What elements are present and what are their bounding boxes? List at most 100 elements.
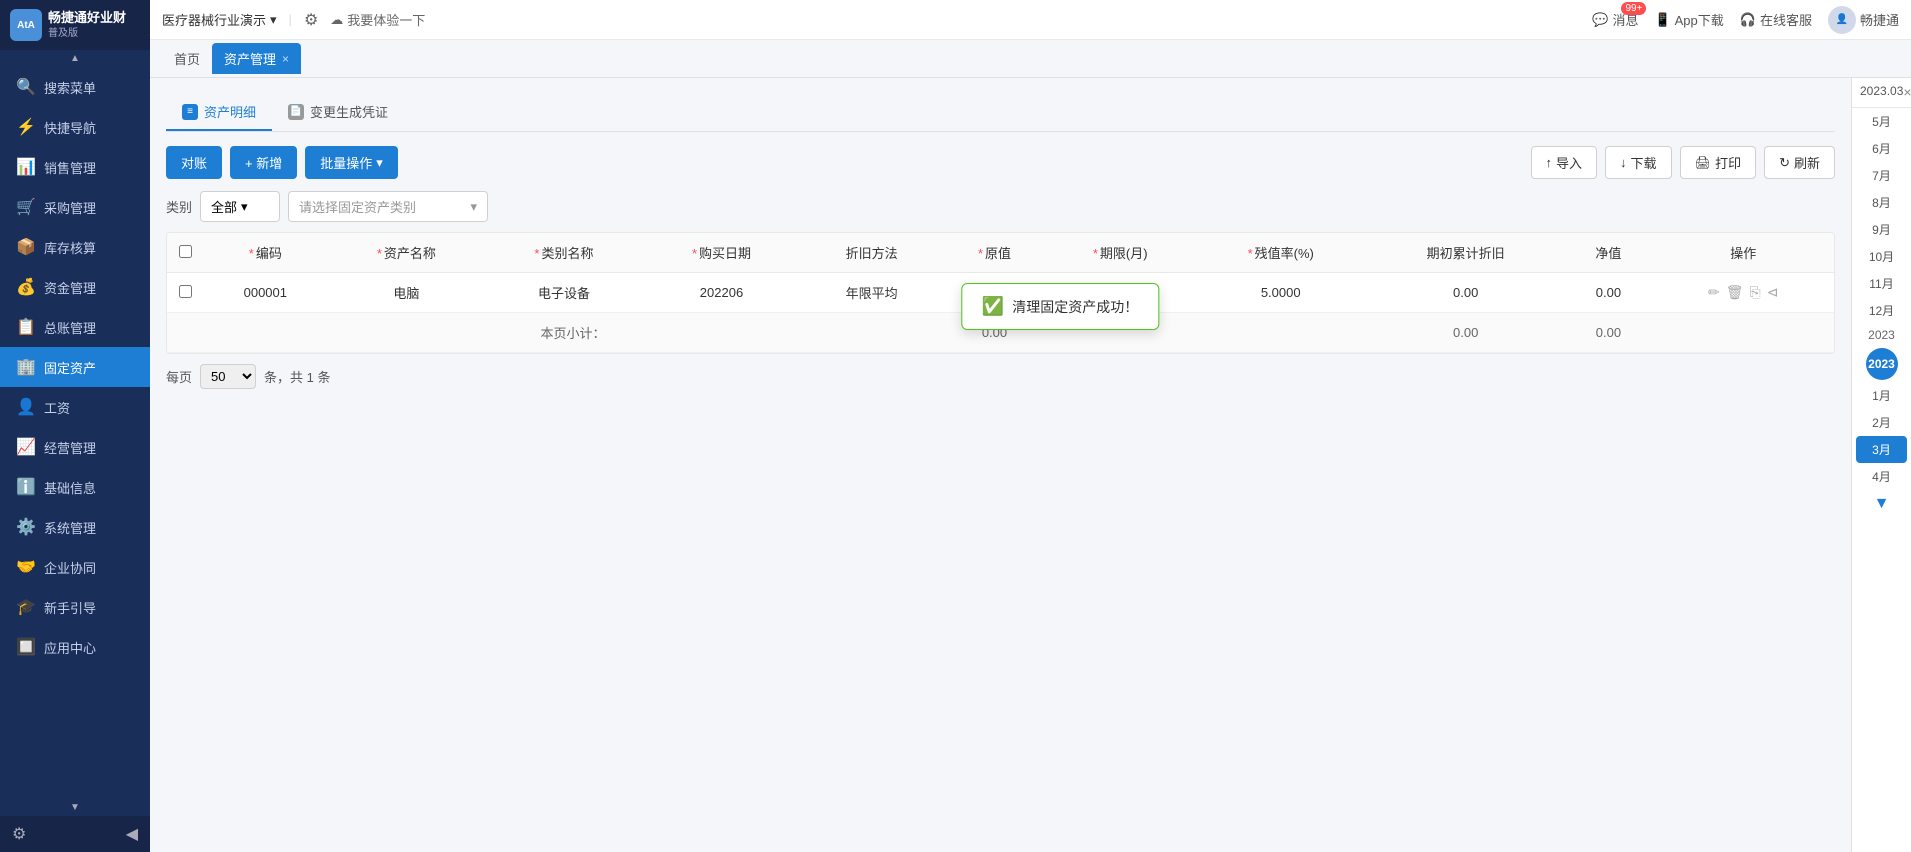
settings-gear-icon[interactable]: ⚙ — [304, 10, 318, 30]
month-2023-label[interactable]: 2023 — [1866, 348, 1898, 380]
new-button[interactable]: + 新增 — [230, 146, 297, 179]
batch-ops-button[interactable]: 批量操作 ▾ — [305, 146, 398, 179]
sidebar-item-sys[interactable]: ⚙️ 系统管理 — [0, 507, 150, 547]
month-12[interactable]: 12月 — [1856, 297, 1907, 324]
toolbar-right: ↑ 导入 ↓ 下载 🖨 打印 ↻ 刷新 — [1531, 146, 1835, 179]
sidebar-item-fixed-assets[interactable]: 🏢 固定资产 — [0, 347, 150, 387]
sidebar-item-label: 经营管理 — [44, 438, 96, 457]
basic-info-icon: ℹ️ — [16, 477, 36, 497]
inventory-icon: 📦 — [16, 237, 36, 257]
copy-icon[interactable]: ⎘ — [1750, 284, 1761, 301]
tab-asset-management[interactable]: 资产管理 × — [212, 43, 301, 74]
app-download-button[interactable]: 📱 App下载 — [1654, 10, 1723, 29]
right-panel-close-icon[interactable]: × — [1903, 84, 1911, 101]
app-download-icon: 📱 — [1654, 12, 1670, 28]
asset-list-icon: ≡ — [182, 104, 198, 120]
sidebar-item-purchase[interactable]: 🛒 采购管理 — [0, 187, 150, 227]
sidebar-scroll-up[interactable]: ▲ — [0, 50, 150, 67]
batch-ops-label: 批量操作 — [320, 153, 372, 172]
subtotal-initial-accumulated: 0.00 — [1367, 313, 1564, 353]
sidebar-item-payroll[interactable]: 👤 工资 — [0, 387, 150, 427]
assets-table-container: *编码 *资产名称 *类别名称 *购买日期 折旧方法 *原值 *期限(月) *残… — [166, 232, 1835, 354]
sidebar-item-collab[interactable]: 🤝 企业协同 — [0, 547, 150, 587]
ops-icon: 📈 — [16, 437, 36, 457]
row-checkbox[interactable] — [179, 285, 192, 298]
sidebar-item-funds[interactable]: 💰 资金管理 — [0, 267, 150, 307]
search-icon: 🔍 — [16, 77, 36, 97]
tab-close-icon[interactable]: × — [282, 52, 289, 66]
month-8[interactable]: 8月 — [1856, 189, 1907, 216]
col-code: *编码 — [203, 233, 328, 273]
delete-icon[interactable]: 🗑 — [1726, 284, 1744, 301]
sidebar-item-ops[interactable]: 📈 经营管理 — [0, 427, 150, 467]
success-toast: ✅ 清理固定资产成功！ — [961, 283, 1159, 330]
sidebar-item-ledger[interactable]: 📋 总账管理 — [0, 307, 150, 347]
experience-button[interactable]: ☁ 我要体验一下 — [330, 10, 425, 29]
download-button[interactable]: ↓ 下载 — [1605, 146, 1672, 179]
select-all-checkbox[interactable] — [179, 245, 192, 258]
sidebar-item-apps[interactable]: 🔲 应用中心 — [0, 627, 150, 667]
right-panel-header: 2023.03 × ⤢ — [1852, 78, 1911, 108]
pagination: 每页 10 20 50 100 条，共 1 条 — [166, 354, 1835, 389]
company-selector[interactable]: 医疗器械行业演示 ▾ — [162, 10, 277, 29]
per-page-select[interactable]: 10 20 50 100 — [200, 364, 256, 389]
settings-icon[interactable]: ⚙ — [12, 824, 26, 844]
col-name: *资产名称 — [328, 233, 486, 273]
sidebar-item-sales[interactable]: 📊 销售管理 — [0, 147, 150, 187]
sidebar-item-label: 基础信息 — [44, 478, 96, 497]
filter-category-select[interactable]: 全部 ▾ — [200, 191, 280, 222]
online-support-label: 在线客服 — [1760, 10, 1812, 29]
sidebar-item-label: 应用中心 — [44, 638, 96, 657]
messages-button[interactable]: 💬 消息 99+ — [1592, 10, 1638, 29]
online-support-button[interactable]: 🎧 在线客服 — [1740, 10, 1812, 29]
month-4[interactable]: 4月 — [1856, 463, 1907, 490]
avatar: 👤 — [1828, 6, 1856, 34]
month-down-icon[interactable]: ▼ — [1856, 490, 1907, 518]
collapse-icon[interactable]: ◀ — [126, 824, 138, 844]
logo-subtitle: 普及版 — [48, 27, 126, 40]
download-icon: ↓ — [1620, 155, 1627, 170]
toast-message: 清理固定资产成功！ — [1012, 297, 1138, 317]
new-label: + 新增 — [245, 153, 282, 172]
month-2[interactable]: 2月 — [1856, 409, 1907, 436]
sidebar-scroll-down[interactable]: ▼ — [0, 799, 150, 816]
tab-home[interactable]: 首页 — [166, 43, 208, 74]
sidebar-item-search[interactable]: 🔍 搜索菜单 — [0, 67, 150, 107]
sidebar-item-inventory[interactable]: 📦 库存核算 — [0, 227, 150, 267]
print-button[interactable]: 🖨 打印 — [1680, 146, 1757, 179]
purchase-icon: 🛒 — [16, 197, 36, 217]
import-button[interactable]: ↑ 导入 — [1531, 146, 1598, 179]
right-panel-months: 5月 6月 7月 8月 9月 10月 11月 12月 2023 2023 1月 … — [1852, 108, 1911, 852]
sidebar-item-basic-info[interactable]: ℹ️ 基础信息 — [0, 467, 150, 507]
month-6[interactable]: 6月 — [1856, 135, 1907, 162]
month-10[interactable]: 10月 — [1856, 243, 1907, 270]
sub-tab-change-voucher[interactable]: 📄 变更生成凭证 — [272, 94, 404, 131]
more-icon[interactable]: ⊲ — [1767, 284, 1779, 301]
sidebar-bottom: ⚙ ◀ — [0, 816, 150, 852]
reconcile-button[interactable]: 对账 — [166, 146, 222, 179]
month-7[interactable]: 7月 — [1856, 162, 1907, 189]
right-panel: 2023.03 × ⤢ 5月 6月 7月 8月 9月 10月 11月 12月 2… — [1851, 78, 1911, 852]
cell-name: 电脑 — [328, 273, 486, 313]
sidebar-item-quick-nav[interactable]: ⚡ 快捷导航 — [0, 107, 150, 147]
month-1[interactable]: 1月 — [1856, 382, 1907, 409]
user-profile[interactable]: 👤 畅捷通 — [1828, 6, 1899, 34]
collab-icon: 🤝 — [16, 557, 36, 577]
sub-tab-asset-list[interactable]: ≡ 资产明细 — [166, 94, 272, 131]
month-5[interactable]: 5月 — [1856, 108, 1907, 135]
cell-category: 电子设备 — [485, 273, 643, 313]
edit-icon[interactable]: ✏ — [1708, 284, 1720, 301]
filter-asset-type-input[interactable]: 请选择固定资产类别 ▾ — [288, 191, 488, 222]
filter-asset-type-placeholder: 请选择固定资产类别 — [299, 197, 416, 216]
toolbar: 对账 + 新增 批量操作 ▾ ↑ 导入 ↓ — [166, 146, 1835, 179]
month-11[interactable]: 11月 — [1856, 270, 1907, 297]
refresh-button[interactable]: ↻ 刷新 — [1764, 146, 1835, 179]
guide-icon: 🎓 — [16, 597, 36, 617]
app-download-label: App下载 — [1675, 10, 1724, 29]
month-3[interactable]: 3月 — [1856, 436, 1907, 463]
cell-purchase-date: 202206 — [643, 273, 801, 313]
sidebar-item-label: 固定资产 — [44, 358, 96, 377]
sidebar-item-guide[interactable]: 🎓 新手引导 — [0, 587, 150, 627]
change-voucher-icon: 📄 — [288, 104, 304, 120]
month-9[interactable]: 9月 — [1856, 216, 1907, 243]
